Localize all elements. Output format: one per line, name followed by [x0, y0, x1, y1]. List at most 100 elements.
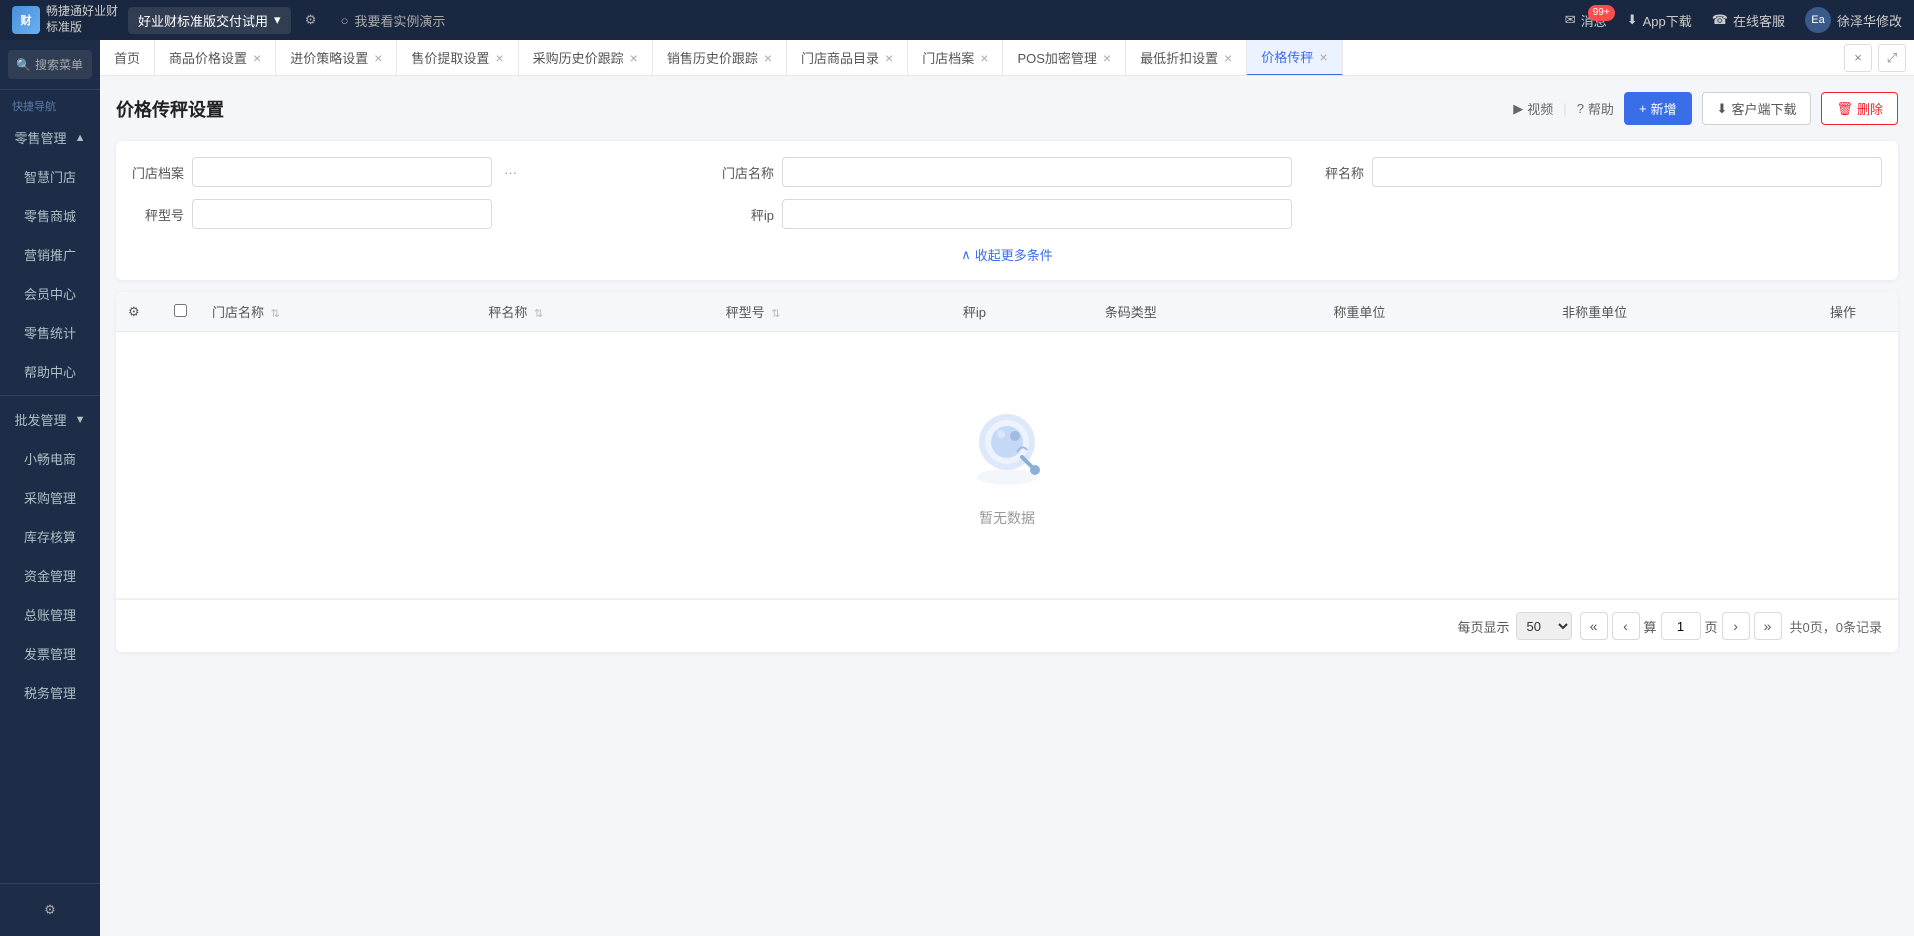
add-button[interactable]: + 新增	[1624, 92, 1692, 125]
app-download-action[interactable]: ⬇ App下载	[1627, 11, 1692, 30]
sidebar-item-label: 营销推广	[24, 245, 76, 264]
download-icon: ⬇	[1627, 12, 1638, 28]
version-label: 好业财标准版交付试用	[138, 11, 268, 30]
tab-price-transfer[interactable]: 价格传秤 ×	[1247, 40, 1342, 76]
tab-store-catalog[interactable]: 门店商品目录 ×	[787, 40, 908, 76]
download-button[interactable]: ⬇ 客户端下载	[1702, 92, 1812, 125]
sidebar-item-purchase-mgmt[interactable]: 采购管理	[0, 478, 100, 517]
help-label: 帮助	[1588, 99, 1614, 118]
tab-sale-price[interactable]: 售价提取设置 ×	[397, 40, 518, 76]
sidebar-item-retail-mall[interactable]: 零售商城	[0, 196, 100, 235]
tabs-end: × ⤢	[1836, 44, 1914, 72]
tab-close-icon[interactable]: ×	[374, 51, 382, 65]
tab-close-icon[interactable]: ×	[630, 51, 638, 65]
sidebar-item-tax[interactable]: 税务管理	[0, 673, 100, 712]
tab-close-icon[interactable]: ×	[1103, 51, 1111, 65]
user-name: 徐泽华修改	[1837, 11, 1902, 30]
tab-close-icon[interactable]: ×	[253, 51, 261, 65]
tab-close-icon[interactable]: ×	[495, 51, 503, 65]
download-label: 客户端下载	[1731, 99, 1796, 118]
sidebar-item-retail-mgmt[interactable]: 零售管理 ▲	[0, 118, 100, 157]
sidebar-item-help-center[interactable]: 帮助中心	[0, 352, 100, 391]
tab-store-archive[interactable]: 门店档案 ×	[908, 40, 1003, 76]
filter-scale-name-input[interactable]	[1372, 157, 1882, 187]
th-scale-name[interactable]: 秤名称 ⇅	[476, 292, 713, 332]
page-content: 价格传秤设置 ▶ 视频 | ? 帮助 + 新增	[100, 76, 1914, 936]
help-link[interactable]: ? 帮助	[1577, 99, 1614, 118]
sidebar-item-label: 库存核算	[24, 527, 76, 546]
page-header: 价格传秤设置 ▶ 视频 | ? 帮助 + 新增	[116, 92, 1898, 125]
video-link[interactable]: ▶ 视频	[1513, 99, 1553, 118]
online-service-action[interactable]: ☎ 在线客服	[1712, 11, 1785, 30]
sidebar-item-invoice[interactable]: 发票管理	[0, 634, 100, 673]
data-table: ⚙ 门店名称 ⇅ 秤名称	[116, 292, 1898, 599]
online-service-label: 在线客服	[1733, 11, 1785, 30]
tab-label: 销售历史价跟踪	[667, 48, 758, 67]
tab-close-icon[interactable]: ×	[764, 51, 772, 65]
tab-purchase-history[interactable]: 采购历史价跟踪 ×	[519, 40, 653, 76]
sort-icon: ⇅	[771, 308, 780, 320]
tab-label: 首页	[114, 48, 140, 67]
settings-icon[interactable]: ⚙	[297, 6, 325, 34]
table-settings-icon[interactable]: ⚙	[128, 304, 140, 319]
separator: |	[1563, 101, 1566, 116]
tab-close-icon[interactable]: ×	[980, 51, 988, 65]
delete-button[interactable]: 🗑 删除	[1821, 92, 1898, 125]
sidebar-item-retail-stats[interactable]: 零售统计	[0, 313, 100, 352]
tab-goods-price[interactable]: 商品价格设置 ×	[155, 40, 276, 76]
tab-close-icon[interactable]: ×	[1224, 51, 1232, 65]
next-page-button[interactable]: ›	[1722, 612, 1750, 640]
tab-close-icon[interactable]: ×	[1319, 50, 1327, 64]
demo-link[interactable]: ○ 我要看实例演示	[341, 11, 446, 30]
sidebar-item-inventory[interactable]: 库存核算	[0, 517, 100, 556]
arrow-up-icon: ▲	[75, 132, 86, 144]
th-store-name[interactable]: 门店名称 ⇅	[200, 292, 476, 332]
th-scale-model[interactable]: 秤型号 ⇅	[714, 292, 951, 332]
tab-home[interactable]: 首页	[100, 40, 155, 76]
chevron-up-icon: ∧	[961, 247, 971, 263]
filter-store-archive-input[interactable]	[192, 157, 492, 187]
filter-row-2: 秤型号 秤ip	[132, 199, 1882, 229]
filter-store-name-input[interactable]	[782, 157, 1292, 187]
tab-min-discount[interactable]: 最低折扣设置 ×	[1126, 40, 1247, 76]
select-all-checkbox[interactable]	[174, 304, 187, 317]
filter-store-archive-label: 门店档案	[132, 163, 184, 182]
prev-page-button[interactable]: ‹	[1612, 612, 1640, 640]
sidebar-item-label: 发票管理	[24, 644, 76, 663]
tab-label: 商品价格设置	[169, 48, 247, 67]
sidebar-item-label: 帮助中心	[24, 362, 76, 381]
close-tab-button[interactable]: ×	[1844, 44, 1872, 72]
tab-pos-mgmt[interactable]: POS加密管理 ×	[1003, 40, 1126, 76]
collapse-bar: ∧ 收起更多条件	[132, 241, 1882, 264]
filter-store-archive: 门店档案 ···	[132, 157, 702, 187]
last-page-button[interactable]: »	[1754, 612, 1782, 640]
page-number-input[interactable]	[1661, 612, 1701, 640]
sidebar-item-xiaochang[interactable]: 小畅电商	[0, 439, 100, 478]
tab-label: 价格传秤	[1261, 47, 1313, 66]
version-selector[interactable]: 好业财标准版交付试用 ▾	[128, 7, 291, 34]
table-header-row: ⚙ 门店名称 ⇅ 秤名称	[116, 292, 1898, 332]
sidebar-item-general-ledger[interactable]: 总账管理	[0, 595, 100, 634]
filter-scale-model-input[interactable]	[192, 199, 492, 229]
sidebar-item-smart-store[interactable]: 智慧门店	[0, 157, 100, 196]
message-action[interactable]: ✉ 消息 99+	[1565, 11, 1607, 30]
search-menu-button[interactable]: 🔍 搜索菜单	[8, 50, 92, 79]
filter-scale-ip-input[interactable]	[782, 199, 1292, 229]
more-options-icon[interactable]: ···	[500, 165, 521, 180]
user-info[interactable]: Ea 徐泽华修改	[1805, 7, 1902, 33]
sidebar-item-wholesale-mgmt[interactable]: 批发管理 ▼	[0, 400, 100, 439]
filter-card: 门店档案 ··· 门店名称 秤名称	[116, 141, 1898, 280]
collapse-button[interactable]: ∧ 收起更多条件	[961, 245, 1053, 264]
per-page-select[interactable]: 10 20 50 100	[1516, 612, 1572, 640]
tab-sale-history[interactable]: 销售历史价跟踪 ×	[653, 40, 787, 76]
logo-icon: 财	[12, 6, 40, 34]
sidebar-settings-button[interactable]: ⚙	[8, 894, 92, 926]
tab-close-icon[interactable]: ×	[885, 51, 893, 65]
tab-label: 采购历史价跟踪	[533, 48, 624, 67]
sidebar-item-member[interactable]: 会员中心	[0, 274, 100, 313]
sidebar-item-marketing[interactable]: 营销推广	[0, 235, 100, 274]
first-page-button[interactable]: «	[1580, 612, 1608, 640]
sidebar-item-finance[interactable]: 资金管理	[0, 556, 100, 595]
expand-tab-button[interactable]: ⤢	[1878, 44, 1906, 72]
tab-purchase-strategy[interactable]: 进价策略设置 ×	[276, 40, 397, 76]
